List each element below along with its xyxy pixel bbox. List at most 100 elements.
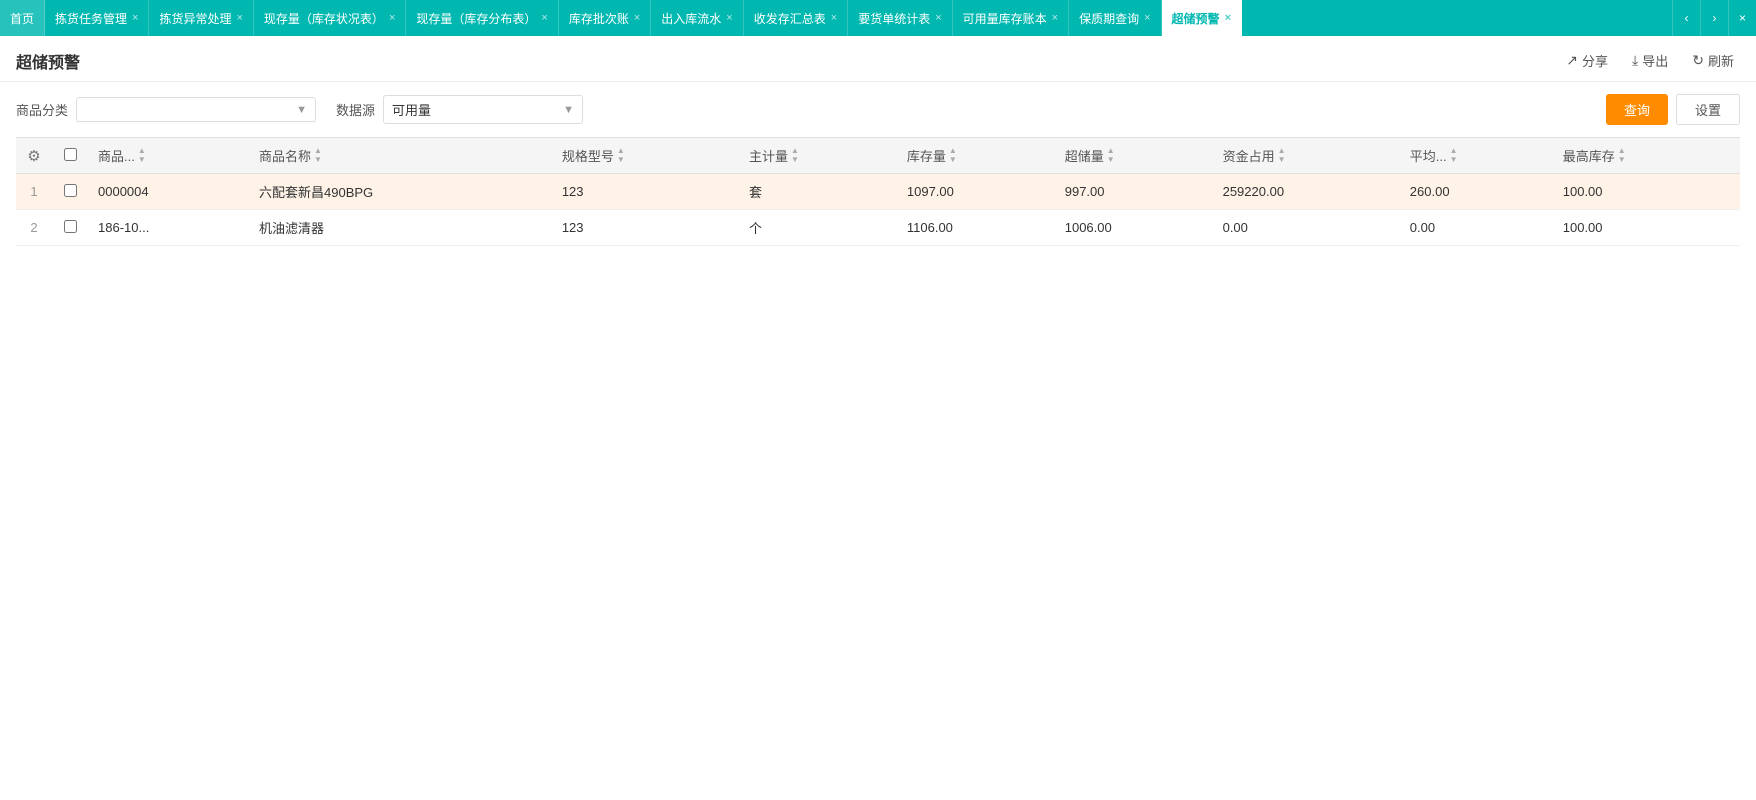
column-header-avg[interactable]: 平均... ▲▼ [1400,138,1553,174]
column-avg-label: 平均... [1410,146,1447,165]
nav-prev-arrow[interactable]: ‹ [1672,0,1700,36]
nav-item-expiry-label: 保质期查询 [1079,10,1139,27]
nav-item-home-label: 首页 [10,10,34,27]
nav-item-exception[interactable]: 拣货异常处理 × [149,0,253,36]
nav-item-stock-status-label: 现存量（库存状况表） [264,10,384,27]
nav-item-inout-close[interactable]: × [726,12,732,24]
nav-item-available[interactable]: 可用量库存账本 × [953,0,1069,36]
row-avg: 260.00 [1400,174,1553,210]
header-actions: ↗ 分享 ⤓ 导出 ↻ 刷新 [1560,48,1740,73]
column-header-stock[interactable]: 库存量 ▲▼ [897,138,1055,174]
nav-item-overstock[interactable]: 超储预警 × [1162,0,1242,36]
nav-close-arrow[interactable]: × [1728,0,1756,36]
nav-item-stock-dist-close[interactable]: × [541,12,547,24]
category-select[interactable]: ▼ [76,97,316,122]
settings-button[interactable]: 设置 [1676,94,1740,125]
nav-item-demand-close[interactable]: × [935,12,941,24]
nav-item-demand[interactable]: 要货单统计表 × [848,0,952,36]
column-settings-gear[interactable]: ⚙ [16,138,52,174]
nav-item-exception-close[interactable]: × [236,12,242,24]
column-header-spec[interactable]: 规格型号 ▲▼ [552,138,739,174]
category-arrow-icon: ▼ [296,104,307,116]
nav-item-available-label: 可用量库存账本 [963,10,1047,27]
nav-item-available-close[interactable]: × [1052,12,1058,24]
nav-item-task[interactable]: 拣货任务管理 × [45,0,149,36]
sort-overstock-icon: ▲▼ [1107,147,1115,165]
column-code-label: 商品... [98,146,135,165]
top-navigation: 首页 拣货任务管理 × 拣货异常处理 × 现存量（库存状况表） × 现存量（库存… [0,0,1756,36]
column-unit-label: 主计量 [749,146,788,165]
sort-avg-icon: ▲▼ [1450,147,1458,165]
sort-spec-icon: ▲▼ [617,147,625,165]
column-header-capital[interactable]: 资金占用 ▲▼ [1213,138,1400,174]
sort-code-icon: ▲▼ [138,147,146,165]
nav-item-batch-close[interactable]: × [634,12,640,24]
datasource-select[interactable]: 可用量 ▼ [383,95,583,124]
query-button[interactable]: 查询 [1606,94,1668,125]
sort-name-icon: ▲▼ [314,147,322,165]
nav-item-stock-status[interactable]: 现存量（库存状况表） × [254,0,406,36]
row-code: 186-10... [88,210,249,246]
row-seq: 2 [16,210,52,246]
row-code: 0000004 [88,174,249,210]
category-filter: 商品分类 ▼ [16,97,316,122]
row-checkbox-cell[interactable] [52,210,88,246]
export-button[interactable]: ⤓ 导出 [1626,48,1674,73]
sort-maxstock-icon: ▲▼ [1618,147,1626,165]
share-icon: ↗ [1566,52,1578,69]
nav-item-overstock-close[interactable]: × [1225,12,1231,24]
nav-item-expiry[interactable]: 保质期查询 × [1069,0,1161,36]
column-header-unit[interactable]: 主计量 ▲▼ [739,138,897,174]
nav-item-inout-label: 出入库流水 [661,10,721,27]
table-body: 1 0000004 六配套新昌490BPG 123 套 1097.00 997.… [16,174,1740,246]
refresh-label: 刷新 [1708,51,1734,70]
category-label: 商品分类 [16,100,68,119]
column-header-maxstock[interactable]: 最高库存 ▲▼ [1553,138,1740,174]
select-all-checkbox[interactable] [64,148,77,161]
datasource-filter: 数据源 可用量 ▼ [336,95,583,124]
refresh-button[interactable]: ↻ 刷新 [1686,48,1740,73]
nav-item-summary-close[interactable]: × [831,12,837,24]
nav-item-expiry-close[interactable]: × [1144,12,1150,24]
table-header-row: ⚙ 商品... ▲▼ 商品名称 ▲▼ [16,138,1740,174]
nav-next-arrow[interactable]: › [1700,0,1728,36]
column-spec-label: 规格型号 [562,146,614,165]
share-button[interactable]: ↗ 分享 [1560,48,1614,73]
column-header-name[interactable]: 商品名称 ▲▼ [249,138,552,174]
row-name: 机油滤清器 [249,210,552,246]
sort-capital-icon: ▲▼ [1278,147,1286,165]
row-checkbox[interactable] [64,220,77,233]
nav-item-home[interactable]: 首页 [0,0,45,36]
nav-item-overstock-label: 超储预警 [1172,10,1220,27]
export-icon: ⤓ [1632,52,1638,69]
table-row: 2 186-10... 机油滤清器 123 个 1106.00 1006.00 … [16,210,1740,246]
overstock-table: ⚙ 商品... ▲▼ 商品名称 ▲▼ [16,137,1740,246]
row-name: 六配套新昌490BPG [249,174,552,210]
row-capital: 0.00 [1213,210,1400,246]
sort-stock-icon: ▲▼ [949,147,957,165]
nav-item-inout[interactable]: 出入库流水 × [651,0,743,36]
row-capital: 259220.00 [1213,174,1400,210]
datasource-value: 可用量 [392,100,431,119]
nav-item-summary-label: 收发存汇总表 [754,10,826,27]
row-maxstock: 100.00 [1553,174,1740,210]
table-row: 1 0000004 六配套新昌490BPG 123 套 1097.00 997.… [16,174,1740,210]
row-overstock: 1006.00 [1055,210,1213,246]
column-header-overstock[interactable]: 超储量 ▲▼ [1055,138,1213,174]
nav-item-task-close[interactable]: × [132,12,138,24]
data-table-container: ⚙ 商品... ▲▼ 商品名称 ▲▼ [0,137,1756,246]
nav-arrows: ‹ › × [1672,0,1756,36]
row-checkbox[interactable] [64,184,77,197]
nav-item-stock-status-close[interactable]: × [389,12,395,24]
nav-item-summary[interactable]: 收发存汇总表 × [744,0,848,36]
row-spec: 123 [552,174,739,210]
column-capital-label: 资金占用 [1223,146,1275,165]
row-checkbox-cell[interactable] [52,174,88,210]
filter-actions: 查询 设置 [1606,94,1740,125]
nav-item-batch[interactable]: 库存批次账 × [559,0,651,36]
column-select-all[interactable] [52,138,88,174]
column-stock-label: 库存量 [907,146,946,165]
column-header-code[interactable]: 商品... ▲▼ [88,138,249,174]
refresh-icon: ↻ [1692,52,1704,69]
nav-item-stock-dist[interactable]: 现存量（库存分布表） × [406,0,558,36]
